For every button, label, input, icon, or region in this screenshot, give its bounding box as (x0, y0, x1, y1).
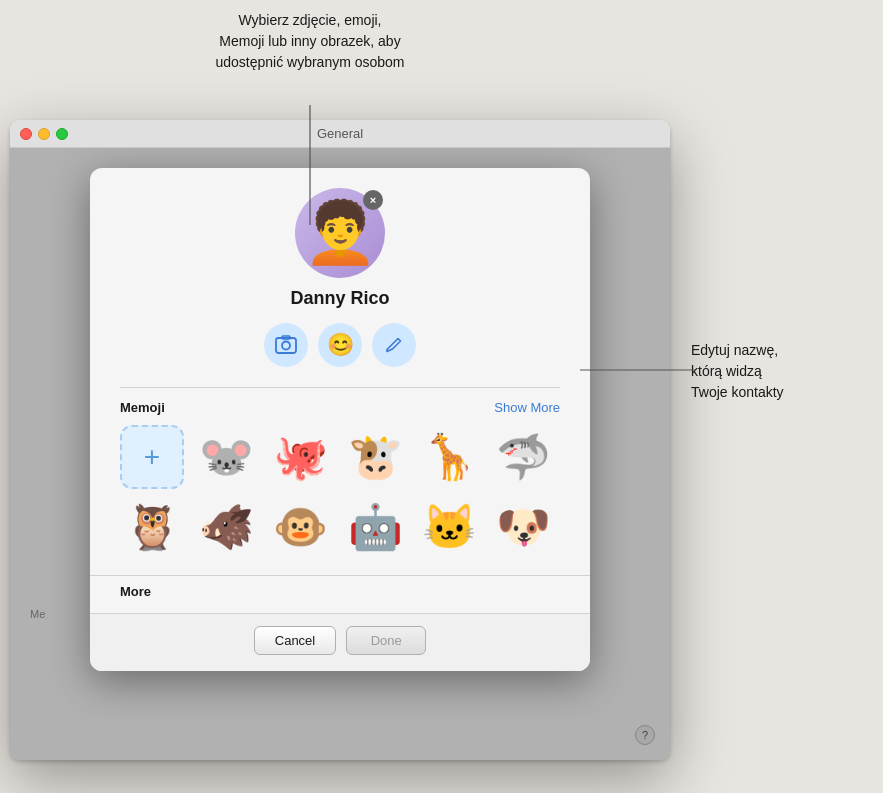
more-title: More (120, 584, 560, 599)
emoji-grid: + 🐭 🐙 🐮 🦒 🦈 🦉 🐗 🐵 🤖 🐱 (120, 425, 560, 559)
memoji-item[interactable]: 🐵 (269, 495, 333, 559)
right-annotation: Edytuj nazwę, którą widzą Twoje kontakty (691, 340, 871, 403)
minimize-traffic-light[interactable] (38, 128, 50, 140)
titlebar: General (10, 120, 670, 148)
memoji-section-header: Memoji Show More (120, 400, 560, 415)
window-body: Me ? 🧑‍🦱 × Danny Rico (10, 148, 670, 760)
user-name: Danny Rico (290, 288, 389, 309)
traffic-lights (20, 128, 68, 140)
memoji-item[interactable]: 🐭 (194, 425, 258, 489)
photo-button[interactable] (264, 323, 308, 367)
svg-point-3 (282, 342, 290, 350)
avatar-close-button[interactable]: × (363, 190, 383, 210)
profile-dialog: 🧑‍🦱 × Danny Rico (90, 168, 590, 671)
close-traffic-light[interactable] (20, 128, 32, 140)
dialog-footer: Cancel Done (90, 613, 590, 671)
action-buttons: 😊 (264, 323, 416, 367)
window-title: General (317, 126, 363, 141)
done-button[interactable]: Done (346, 626, 426, 655)
memoji-item[interactable]: 🐶 (492, 495, 556, 559)
memoji-item[interactable]: 🦒 (417, 425, 481, 489)
more-section: More (90, 575, 590, 613)
memoji-section: Memoji Show More + 🐭 🐙 🐮 🦒 (90, 388, 590, 575)
memoji-item[interactable]: 🐮 (343, 425, 407, 489)
maximize-traffic-light[interactable] (56, 128, 68, 140)
top-annotation: Wybierz zdjęcie, emoji, Memoji lub inny … (195, 10, 425, 73)
show-more-link[interactable]: Show More (494, 400, 560, 415)
memoji-item[interactable]: 🤖 (343, 495, 407, 559)
add-memoji-button[interactable]: + (120, 425, 184, 489)
memoji-item[interactable]: 🦉 (120, 495, 184, 559)
memoji-item[interactable]: 🐱 (417, 495, 481, 559)
dialog-overlay: 🧑‍🦱 × Danny Rico (10, 148, 670, 760)
divider (120, 387, 560, 388)
emoji-button[interactable]: 😊 (318, 323, 362, 367)
window: General Me ? 🧑‍🦱 × (10, 120, 670, 760)
memoji-item[interactable]: 🐗 (194, 495, 258, 559)
cancel-button[interactable]: Cancel (254, 626, 336, 655)
svg-rect-2 (276, 338, 296, 353)
dialog-content: 🧑‍🦱 × Danny Rico (90, 168, 590, 388)
memoji-title: Memoji (120, 400, 165, 415)
avatar-container: 🧑‍🦱 × (295, 188, 385, 278)
edit-name-button[interactable] (372, 323, 416, 367)
memoji-item[interactable]: 🦈 (492, 425, 556, 489)
memoji-item[interactable]: 🐙 (269, 425, 333, 489)
